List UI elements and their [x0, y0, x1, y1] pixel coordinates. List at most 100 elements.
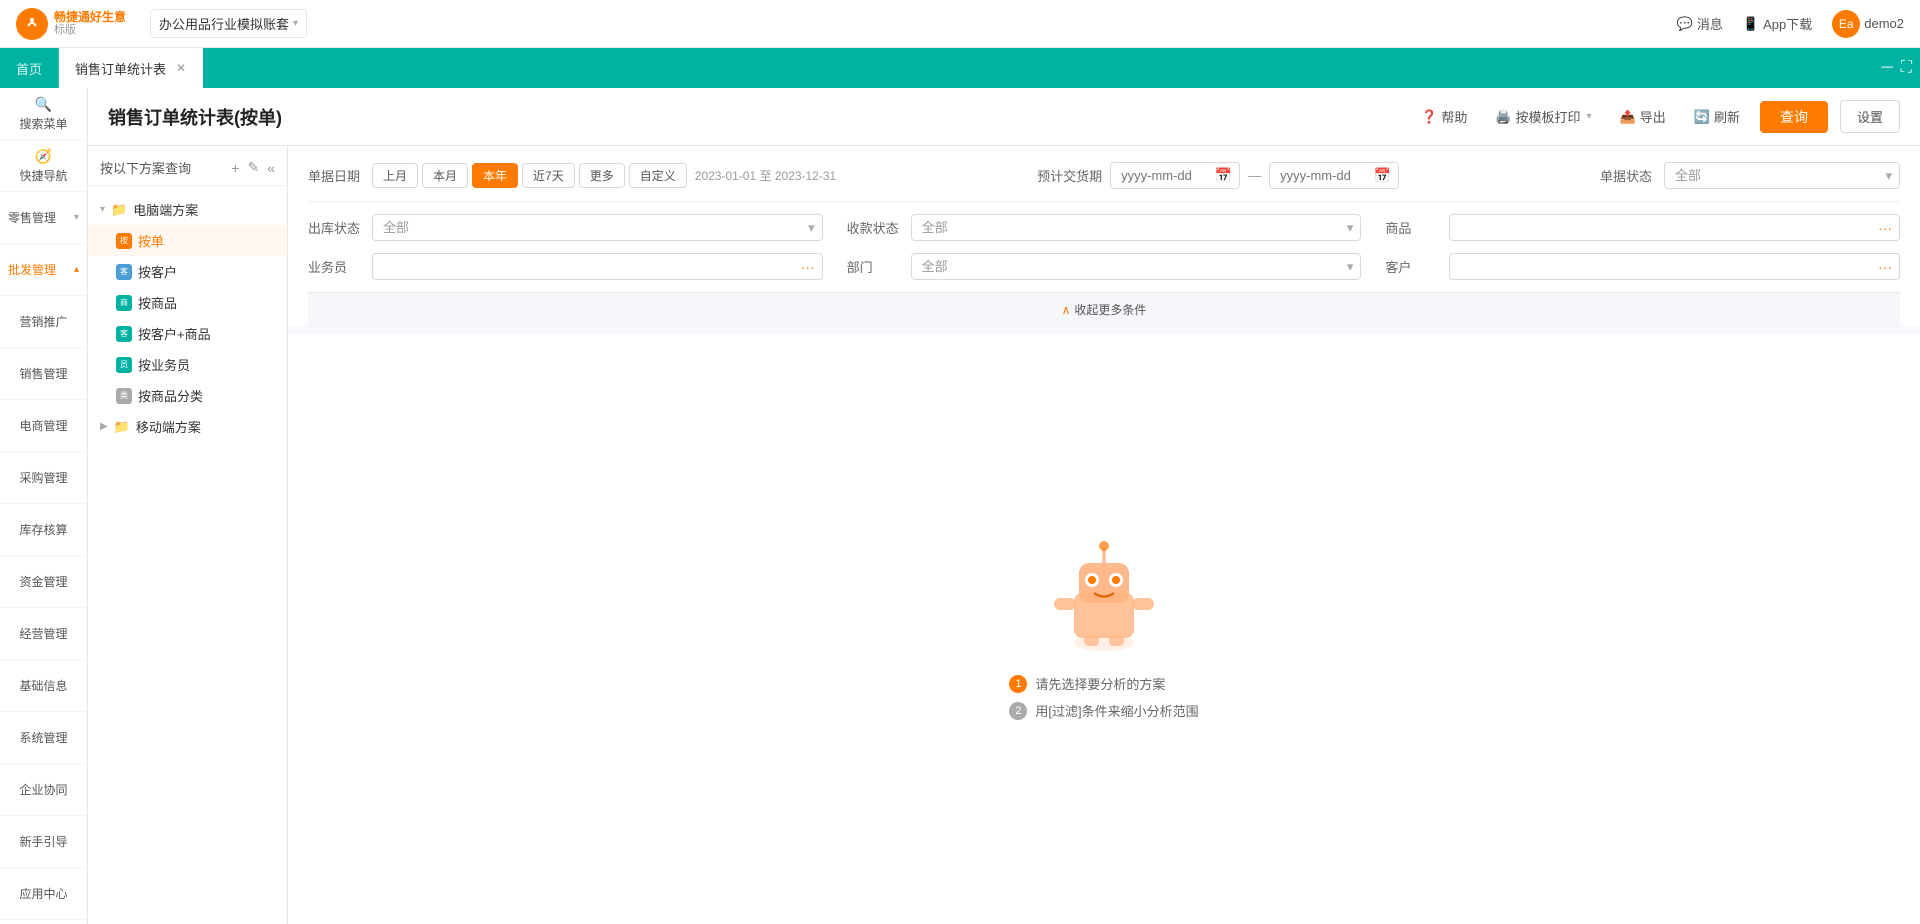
tab-bar: 首页 销售订单统计表 ✕ ─ ⛶ — [0, 48, 1920, 88]
filter-row-3: 业务员 ··· 部门 全部 — [308, 253, 1900, 280]
empty-illustration — [1044, 538, 1164, 658]
delivery-date-from-wrapper: 📅 — [1110, 162, 1240, 189]
sidebar-item-finance-mgmt[interactable]: 资金管理 — [0, 556, 87, 608]
tree-child-by-salesperson[interactable]: 员 按业务员 — [88, 349, 287, 380]
collapse-panel-icon[interactable]: « — [267, 160, 275, 176]
message-icon: 💬 — [1677, 16, 1693, 32]
delivery-date-to-input[interactable] — [1269, 162, 1399, 189]
panel-tree: ▾ 📁 电脑端方案 按 按单 客 — [88, 186, 287, 450]
help-icon: ❓ — [1421, 109, 1437, 125]
product-group: 商品 ··· — [1385, 214, 1900, 241]
collapse-bar[interactable]: ∧ 收起更多条件 — [308, 292, 1900, 326]
sidebar-item-basic-info[interactable]: 基础信息 — [0, 660, 87, 712]
settings-button[interactable]: 设置 — [1840, 100, 1900, 133]
sidebar-item-ecommerce-mgmt[interactable]: 电商管理 — [0, 400, 87, 452]
add-scheme-icon[interactable]: + — [231, 160, 239, 176]
date-btn-last-month[interactable]: 上月 — [372, 163, 418, 188]
sidebar-item-sales-mgmt[interactable]: 销售管理 — [0, 348, 87, 400]
tab-close-icon[interactable]: ✕ — [176, 61, 186, 75]
phone-icon: 📱 — [1743, 16, 1759, 32]
sidebar-item-enterprise-collab[interactable]: 企业协同 — [0, 764, 87, 816]
sidebar-item-retail-mgmt[interactable]: 零售管理 ▾ — [0, 192, 87, 244]
tree-child-by-customer[interactable]: 客 按客户 — [88, 256, 287, 287]
sidebar-item-app-center[interactable]: 应用中心 — [0, 868, 87, 920]
salesperson-group: 业务员 ··· — [308, 253, 823, 280]
product-input[interactable] — [1449, 214, 1900, 241]
sidebar-item-operations-mgmt[interactable]: 经营管理 — [0, 608, 87, 660]
customer-ellipsis-icon[interactable]: ··· — [1878, 259, 1892, 275]
query-button[interactable]: 查询 — [1760, 101, 1828, 133]
date-btn-custom[interactable]: 自定义 — [629, 163, 687, 188]
template-print-button[interactable]: 🖨️ 按模板打印 ▾ — [1487, 103, 1599, 130]
department-select[interactable]: 全部 — [911, 253, 1362, 280]
tree-parent-mobile[interactable]: ▶ 📁 移动端方案 — [88, 411, 287, 442]
product-ellipsis-icon[interactable]: ··· — [1878, 220, 1892, 236]
header-right: 💬 消息 📱 App下载 Ea demo2 — [1677, 10, 1904, 38]
date-btn-this-year[interactable]: 本年 — [472, 163, 518, 188]
sidebar-item-inventory[interactable]: 库存核算 — [0, 504, 87, 556]
tree-child-by-product-category[interactable]: 类 按商品分类 — [88, 380, 287, 411]
tree-parent-pc[interactable]: ▾ 📁 电脑端方案 — [88, 194, 287, 225]
sidebar-item-search-menu[interactable]: 🔍 搜索菜单 — [0, 88, 87, 140]
tree-expand-pc-icon: ▾ — [100, 204, 105, 215]
tree-child-by-order[interactable]: 按 按单 — [88, 225, 287, 256]
collapse-icon: ▴ — [74, 264, 79, 275]
department-group: 部门 全部 ▾ — [847, 253, 1362, 280]
top-header: 畅捷通好生意 标版 办公用品行业模拟账套 ▾ 💬 消息 📱 App下载 Ea d… — [0, 0, 1920, 48]
chevron-down-icon: ▾ — [293, 18, 298, 29]
sidebar-item-wholesale-mgmt[interactable]: 批发管理 ▴ — [0, 244, 87, 296]
tab-minimize-icon[interactable]: ─ — [1881, 59, 1892, 77]
doc-status-select[interactable]: 全部 草稿 已审核 已完成 — [1664, 162, 1900, 189]
sidebar-item-new-guide[interactable]: 新手引导 — [0, 816, 87, 868]
body-area: 按以下方案查询 + ✎ « ▾ 📁 电脑端方案 — [88, 146, 1920, 924]
tree-expand-mobile-icon: ▶ — [100, 421, 108, 432]
app-download-action[interactable]: 📱 App下载 — [1743, 14, 1812, 33]
sidebar-item-system-mgmt[interactable]: 系统管理 — [0, 712, 87, 764]
tab-maximize-icon[interactable]: ⛶ — [1901, 59, 1912, 77]
tab-home[interactable]: 首页 — [0, 48, 59, 88]
salesperson-input[interactable] — [372, 253, 823, 280]
user-area[interactable]: Ea demo2 — [1832, 10, 1904, 38]
tree-folder-pc-icon: 📁 — [111, 202, 127, 218]
tree-child-by-product[interactable]: 商 按商品 — [88, 287, 287, 318]
hint-num-1: 1 — [1009, 675, 1027, 693]
date-btn-more[interactable]: 更多 — [579, 163, 625, 188]
expand-icon: ▾ — [74, 212, 79, 223]
sidebar-item-purchase-mgmt[interactable]: 采购管理 — [0, 452, 87, 504]
empty-hint-2: 2 用[过滤]条件来缩小分析范围 — [1009, 701, 1198, 720]
sidebar-item-quick-nav[interactable]: 🧭 快捷导航 — [0, 140, 87, 192]
sidebar-item-enterprise-wechat[interactable]: 企业微信 — [0, 920, 87, 924]
tree-child-by-customer-product[interactable]: 客 按客户+商品 — [88, 318, 287, 349]
payment-status-select[interactable]: 全部 未收款 部分收款 已收款 — [911, 214, 1362, 241]
tree-folder-mobile-icon: 📁 — [114, 419, 130, 435]
date-btn-this-month[interactable]: 本月 — [422, 163, 468, 188]
date-buttons: 上月 本月 本年 近7天 更多 自定义 — [372, 163, 687, 188]
sidebar-item-marketing[interactable]: 营销推广 — [0, 296, 87, 348]
export-button[interactable]: 📤 导出 — [1612, 103, 1674, 130]
message-action[interactable]: 💬 消息 — [1677, 14, 1723, 33]
main-layout: 🔍 搜索菜单 🧭 快捷导航 零售管理 ▾ 批发管理 ▴ 营销推广 销售管理 电商… — [0, 88, 1920, 924]
print-icon: 🖨️ — [1495, 109, 1511, 125]
logo-text: 畅捷通好生意 标版 — [54, 10, 126, 38]
payment-status-group: 收款状态 全部 未收款 部分收款 已收款 ▾ — [847, 214, 1362, 241]
search-icon: 🔍 — [35, 96, 52, 113]
date-btn-last-7-days[interactable]: 近7天 — [522, 163, 575, 188]
ship-status-group: 出库状态 全部 未发货 部分发货 已发货 ▾ — [308, 214, 823, 241]
salesperson-ellipsis-icon[interactable]: ··· — [801, 259, 815, 275]
company-selector[interactable]: 办公用品行业模拟账套 ▾ — [150, 9, 307, 38]
tab-bar-actions: ─ ⛶ — [1881, 59, 1920, 77]
tab-sales-order-stats[interactable]: 销售订单统计表 ✕ — [59, 48, 203, 88]
delivery-date-to-wrapper: 📅 — [1269, 162, 1399, 189]
logo-area: 畅捷通好生意 标版 — [16, 8, 126, 40]
page-actions: ❓ 帮助 🖨️ 按模板打印 ▾ 📤 导出 🔄 刷新 — [1413, 100, 1900, 133]
edit-scheme-icon[interactable]: ✎ — [247, 159, 259, 176]
right-content: 单据日期 上月 本月 本年 近7天 更多 自定义 2023-01-01 至 20… — [288, 146, 1920, 924]
scheme-icon-by-order: 按 — [116, 233, 132, 249]
ship-status-select[interactable]: 全部 未发货 部分发货 已发货 — [372, 214, 823, 241]
help-button[interactable]: ❓ 帮助 — [1413, 103, 1475, 130]
refresh-button[interactable]: 🔄 刷新 — [1686, 103, 1748, 130]
customer-input[interactable] — [1449, 253, 1900, 280]
delivery-date-from-input[interactable] — [1110, 162, 1240, 189]
doc-status-group: 单据状态 全部 草稿 已审核 已完成 ▾ — [1600, 162, 1900, 189]
delivery-date-group: 预计交货期 📅 — 📅 — [1037, 162, 1399, 189]
